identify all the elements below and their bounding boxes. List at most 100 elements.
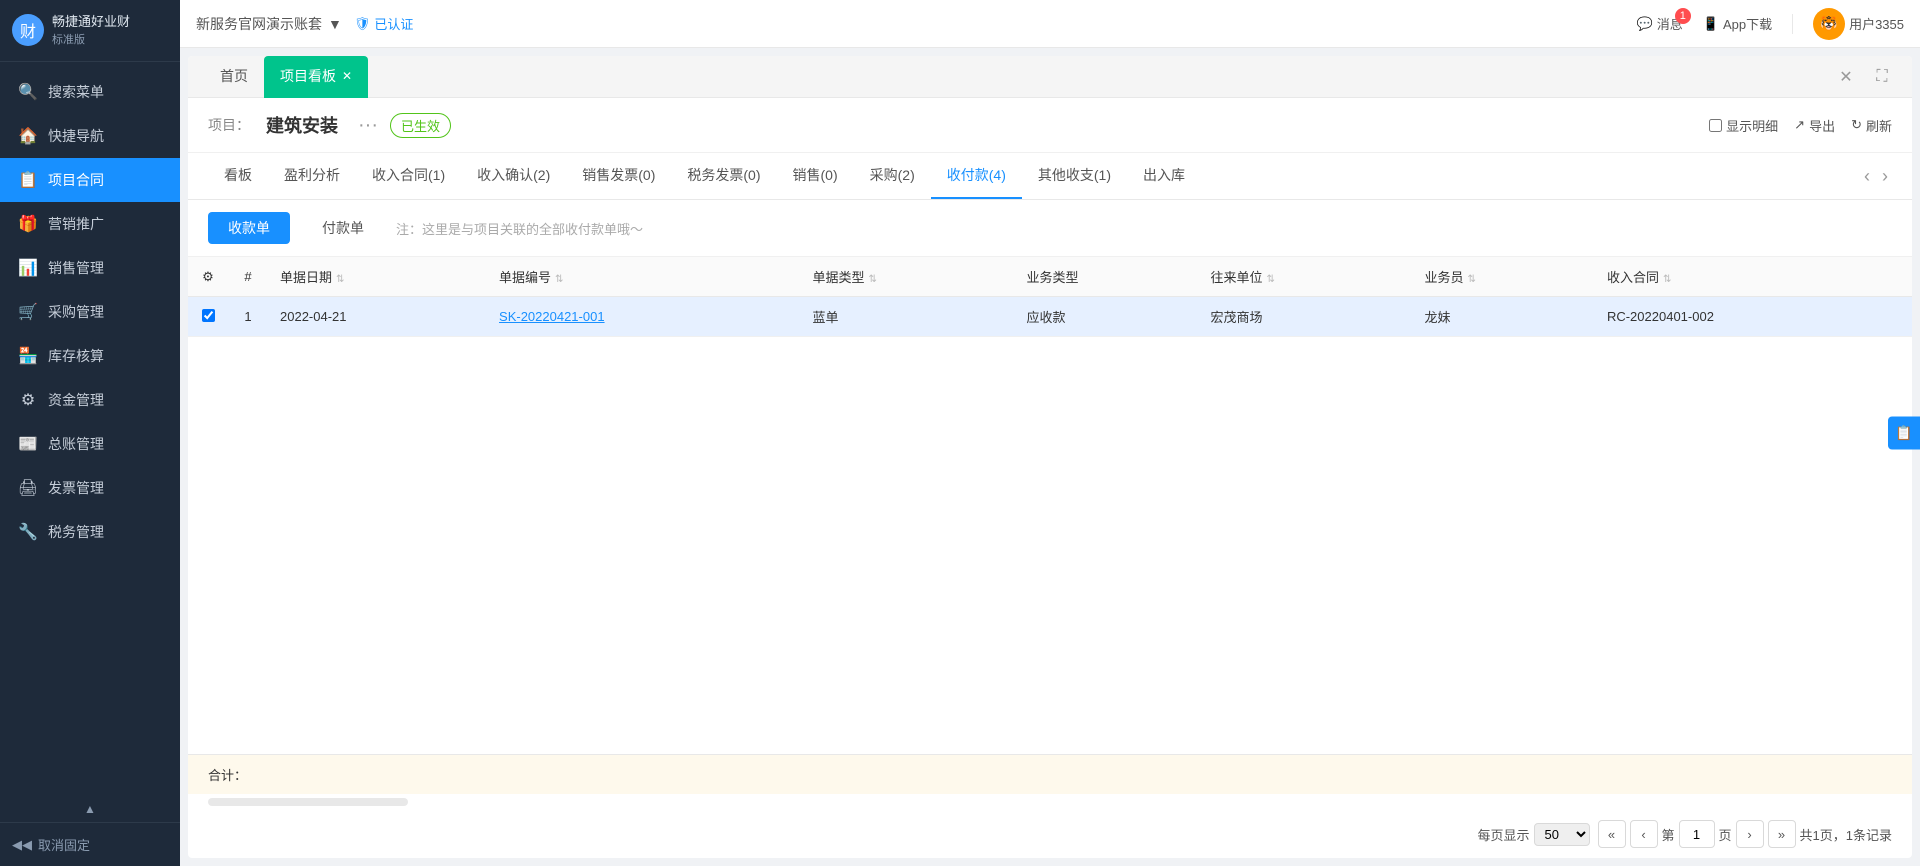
message-icon: 💬 xyxy=(1637,16,1653,32)
nav-label-8: 总账管理 xyxy=(48,434,104,454)
sidebar-item-7[interactable]: ⚙资金管理 xyxy=(0,378,180,422)
page-size-dropdown[interactable]: 50 10 20 100 xyxy=(1534,823,1590,846)
table-row[interactable]: 1 2022-04-21 SK-20220421-001 蓝单 应收款 宏茂商场… xyxy=(188,297,1912,337)
account-selector[interactable]: 新服务官网演示账套 ▼ xyxy=(196,14,342,34)
topbar-divider xyxy=(1792,14,1793,34)
sub-tab-10[interactable]: 出入库 xyxy=(1127,153,1201,199)
sub-tab-4[interactable]: 销售发票(0) xyxy=(566,153,671,199)
sidebar-item-6[interactable]: 🏪库存核算 xyxy=(0,334,180,378)
th-code[interactable]: 单据编号⇅ xyxy=(487,257,801,297)
topbar-right: 💬 消息 1 📱 App下载 🐯 用户3355 xyxy=(1637,8,1904,40)
th-contract[interactable]: 收入合同⇅ xyxy=(1595,257,1912,297)
tab-close-icon[interactable]: ✕ xyxy=(342,69,352,83)
more-options-button[interactable]: ··· xyxy=(358,114,378,137)
td-settings-0 xyxy=(188,297,228,337)
page-prefix: 第 xyxy=(1662,825,1675,844)
th-num: # xyxy=(228,257,268,297)
prev-page-button[interactable]: ‹ xyxy=(1630,820,1658,848)
float-panel-button[interactable]: 📋 xyxy=(1888,417,1912,450)
verified-badge: 🛡 已认证 xyxy=(354,14,414,33)
sidebar-scroll[interactable]: ▲ xyxy=(0,796,180,822)
sub-tab-nav: ‹ › xyxy=(1860,162,1892,191)
sub-tab-1[interactable]: 盈利分析 xyxy=(268,153,356,199)
th-type[interactable]: 单据类型⇅ xyxy=(801,257,1015,297)
th-salesman[interactable]: 业务员⇅ xyxy=(1412,257,1595,297)
content-area: 首页 项目看板 ✕ ✕ ⛶ 项目： 建筑安装 ··· 已生效 显示明细 xyxy=(188,56,1912,858)
sidebar-item-10[interactable]: 🔧 税务管理 xyxy=(0,510,180,554)
th-settings[interactable]: ⚙ xyxy=(188,257,228,297)
sub-tab-6[interactable]: 销售(0) xyxy=(777,153,854,199)
main-table: ⚙ # 单据日期⇅ 单据编号⇅ 单据类型⇅ 业务类型 往来单位⇅ 业务员⇅ 收入… xyxy=(188,257,1912,337)
sub-tab-prev-button[interactable]: ‹ xyxy=(1860,162,1874,191)
th-partner[interactable]: 往来单位⇅ xyxy=(1198,257,1412,297)
last-page-button[interactable]: » xyxy=(1768,820,1796,848)
show-detail-input[interactable] xyxy=(1709,119,1722,132)
row-checkbox-0[interactable] xyxy=(202,309,215,322)
tabs-bar: 首页 项目看板 ✕ ✕ ⛶ xyxy=(188,56,1912,98)
sidebar-item-9[interactable]: 🖨发票管理 xyxy=(0,466,180,510)
total-label: 合计： xyxy=(208,765,247,784)
messages-button[interactable]: 💬 消息 1 xyxy=(1637,14,1683,33)
page-nav: « ‹ 第 页 › » 共1页，1条记录 xyxy=(1598,820,1893,848)
sidebar-item-4[interactable]: 📊 销售管理 xyxy=(0,246,180,290)
nav-label-1: 快捷导航 xyxy=(48,126,104,146)
sub-tab-2[interactable]: 收入合同(1) xyxy=(356,153,461,199)
tab-home-label: 首页 xyxy=(220,66,248,86)
td-date-0: 2022-04-21 xyxy=(268,297,487,337)
page-header: 项目： 建筑安装 ··· 已生效 显示明细 ↗ 导出 ↻ 刷新 xyxy=(188,98,1912,153)
nav-icon-3: 🎁 xyxy=(18,214,38,234)
tab-project-board[interactable]: 项目看板 ✕ xyxy=(264,56,368,98)
sidebar-item-0[interactable]: 🔍搜索菜单 xyxy=(0,70,180,114)
shield-icon: 🛡 xyxy=(354,16,371,32)
page-input[interactable] xyxy=(1679,820,1715,848)
sub-tabs: 看板盈利分析收入合同(1)收入确认(2)销售发票(0)税务发票(0)销售(0)采… xyxy=(188,153,1912,200)
nav-icon-10: 🔧 xyxy=(18,522,38,542)
sub-tab-7[interactable]: 采购(2) xyxy=(854,153,931,199)
sub-tab-next-button[interactable]: › xyxy=(1878,162,1892,191)
next-page-button[interactable]: › xyxy=(1736,820,1764,848)
topbar: 新服务官网演示账套 ▼ 🛡 已认证 💬 消息 1 📱 App下载 🐯 用户335… xyxy=(180,0,1920,48)
avatar: 🐯 xyxy=(1813,8,1845,40)
table-header: ⚙ # 单据日期⇅ 单据编号⇅ 单据类型⇅ 业务类型 往来单位⇅ 业务员⇅ 收入… xyxy=(188,257,1912,297)
nav-label-4: 销售管理 xyxy=(48,258,104,278)
nav-icon-2: 📋 xyxy=(18,170,38,190)
sub-tab-8[interactable]: 收付款(4) xyxy=(931,153,1022,199)
maximize-window-button[interactable]: ⛶ xyxy=(1868,63,1896,91)
fake-scrollbar[interactable] xyxy=(208,798,408,806)
nav-label-5: 采购管理 xyxy=(48,302,104,322)
nav-label-10: 税务管理 xyxy=(48,522,104,542)
account-name: 新服务官网演示账套 xyxy=(196,14,322,34)
app-download-button[interactable]: 📱 App下载 xyxy=(1703,14,1772,33)
sidebar-item-1[interactable]: 🏠快捷导航 xyxy=(0,114,180,158)
td-code-0[interactable]: SK-20220421-001 xyxy=(487,297,801,337)
nav-icon-4: 📊 xyxy=(18,258,38,278)
sidebar-item-2[interactable]: 📋项目合同 xyxy=(0,158,180,202)
sub-tab-3[interactable]: 收入确认(2) xyxy=(461,153,566,199)
refresh-button[interactable]: ↻ 刷新 xyxy=(1851,116,1892,135)
show-detail-checkbox[interactable]: 显示明细 xyxy=(1709,116,1778,135)
sub-tab-9[interactable]: 其他收支(1) xyxy=(1022,153,1127,199)
page-header-actions: 显示明细 ↗ 导出 ↻ 刷新 xyxy=(1709,116,1892,135)
export-button[interactable]: ↗ 导出 xyxy=(1794,116,1835,135)
close-window-button[interactable]: ✕ xyxy=(1832,63,1860,91)
nav-label-3: 营销推广 xyxy=(48,214,104,234)
th-date[interactable]: 单据日期⇅ xyxy=(268,257,487,297)
first-page-button[interactable]: « xyxy=(1598,820,1626,848)
user-button[interactable]: 🐯 用户3355 xyxy=(1813,8,1904,40)
page-size-label: 每页显示 xyxy=(1477,825,1529,844)
sidebar-item-5[interactable]: 🛒采购管理 xyxy=(0,290,180,334)
sidebar-item-8[interactable]: 📰 总账管理 xyxy=(0,422,180,466)
nav-label-9: 发票管理 xyxy=(48,478,104,498)
td-num-0: 1 xyxy=(228,297,268,337)
tab-home[interactable]: 首页 xyxy=(204,56,264,98)
nav-icon-6: 🏪 xyxy=(18,346,38,366)
receipt-toggle-button[interactable]: 收款单 xyxy=(208,212,290,244)
payment-toggle-button[interactable]: 付款单 xyxy=(302,212,384,244)
sub-tab-0[interactable]: 看板 xyxy=(208,153,268,199)
refresh-label: 刷新 xyxy=(1866,116,1892,135)
sidebar-item-3[interactable]: 🎁 营销推广 xyxy=(0,202,180,246)
cancel-fixed-button[interactable]: ◀◀ 取消固定 xyxy=(0,822,180,866)
pagination: 每页显示 50 10 20 100 « ‹ 第 页 › » 共1页，1条记录 xyxy=(188,810,1912,858)
nav-icon-8: 📰 xyxy=(18,434,38,454)
sub-tab-5[interactable]: 税务发票(0) xyxy=(671,153,776,199)
